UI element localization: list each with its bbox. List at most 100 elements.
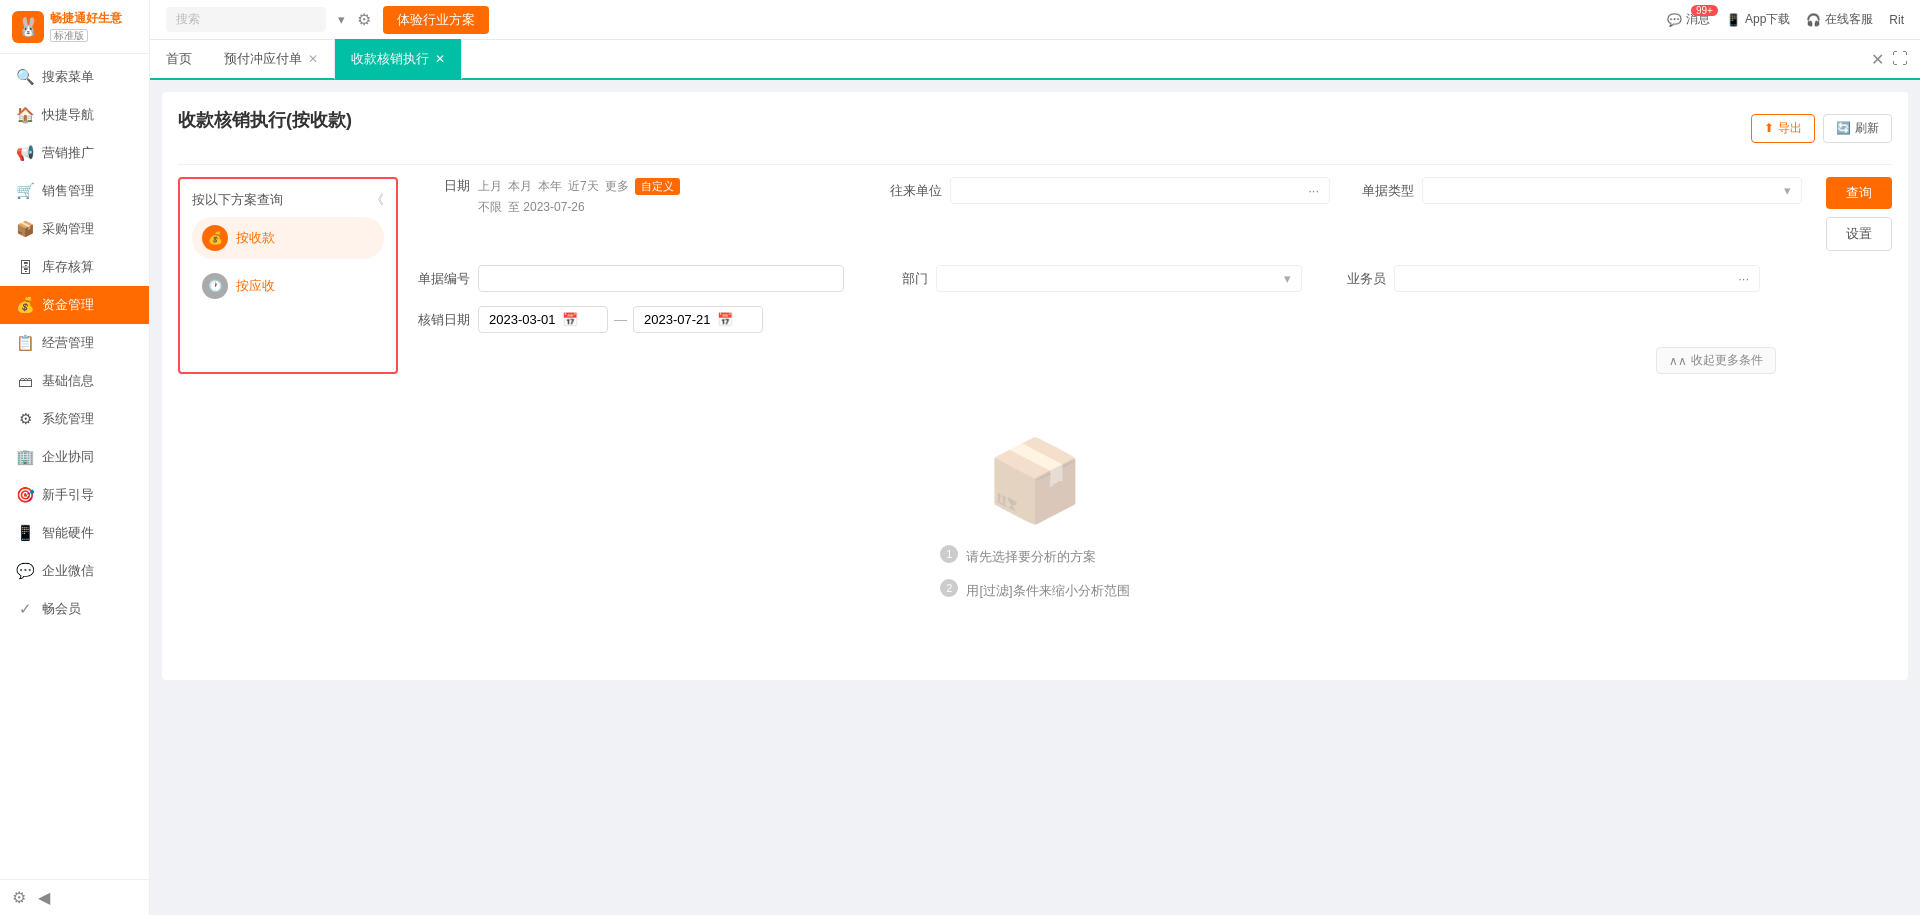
headset-icon: 🎧: [1806, 13, 1821, 27]
sidebar-item-quick-nav[interactable]: 🏠 快捷导航: [0, 96, 149, 134]
scheme-selector: 按以下方案查询 《 💰 按收款 🕐 按应收: [178, 177, 398, 374]
sidebar-item-marketing[interactable]: 📢 营销推广: [0, 134, 149, 172]
export-button[interactable]: ⬆ 导出: [1751, 114, 1815, 143]
page: 收款核销执行(按收款) ⬆ 导出 🔄 刷新 按以下方: [162, 92, 1908, 680]
topbar-search-box[interactable]: 搜索: [166, 7, 326, 32]
tab-receipts-close[interactable]: ✕: [435, 52, 445, 66]
step1-num: 1: [940, 545, 958, 563]
scheme-by-receipt[interactable]: 💰 按收款: [192, 217, 384, 259]
tab-receipts[interactable]: 收款核销执行 ✕: [335, 39, 462, 79]
inventory-icon: 🗄: [16, 259, 34, 276]
purchase-icon: 📦: [16, 220, 34, 238]
partner-dots-icon[interactable]: ···: [1308, 183, 1319, 198]
sidebar-item-label: 快捷导航: [42, 106, 94, 124]
sidebar-item-purchase[interactable]: 📦 采购管理: [0, 210, 149, 248]
sales-icon: 🛒: [16, 182, 34, 200]
date-shortcut-this-year[interactable]: 本年: [538, 178, 562, 195]
verify-date-start-input[interactable]: 2023-03-01 📅: [478, 306, 608, 333]
online-service-button[interactable]: 🎧 在线客服: [1806, 11, 1873, 28]
sidebar-item-wechat[interactable]: 💬 企业微信: [0, 552, 149, 590]
logo-name: 畅捷通好生意: [50, 10, 122, 27]
empty-tip2: 用[过滤]条件来缩小分析范围: [966, 578, 1129, 604]
app-download-button[interactable]: 📱 App下载: [1726, 11, 1790, 28]
system-icon: ⚙: [16, 410, 34, 428]
date-shortcut-this-month[interactable]: 本月: [508, 178, 532, 195]
sidebar-item-enterprise[interactable]: 🏢 企业协同: [0, 438, 149, 476]
sidebar-item-search[interactable]: 🔍 搜索菜单: [0, 58, 149, 96]
date-shortcut-custom[interactable]: 自定义: [635, 178, 680, 195]
filter-panel: 按以下方案查询 《 💰 按收款 🕐 按应收: [178, 164, 1892, 374]
query-button[interactable]: 查询: [1826, 177, 1892, 209]
sidebar-bottom: ⚙ ◀: [0, 879, 149, 915]
collapse-more-button[interactable]: ∧∧ 收起更多条件: [1656, 347, 1776, 374]
receivable-icon: 🕐: [202, 273, 228, 299]
topbar-gear-icon[interactable]: ⚙: [357, 10, 371, 29]
message-button[interactable]: 💬 消息 99+: [1667, 11, 1710, 28]
staff-label: 业务员: [1326, 270, 1386, 288]
sidebar-item-sales[interactable]: 🛒 销售管理: [0, 172, 149, 210]
tab-prepay-label: 预付冲应付单: [224, 50, 302, 68]
partner-label: 往来单位: [882, 182, 942, 200]
tab-expand-icon[interactable]: ⛶: [1892, 50, 1908, 68]
verify-date-end-cal-icon[interactable]: 📅: [717, 312, 733, 327]
scheme-by-receivable[interactable]: 🕐 按应收: [192, 265, 384, 307]
department-select[interactable]: ▾: [936, 265, 1302, 292]
sidebar-item-guide[interactable]: 🎯 新手引导: [0, 476, 149, 514]
verify-date-label: 核销日期: [410, 311, 470, 329]
date-shortcut-last-month[interactable]: 上月: [478, 178, 502, 195]
partner-input[interactable]: ···: [950, 177, 1330, 204]
settings-button[interactable]: 设置: [1826, 217, 1892, 251]
empty-image: 📦: [985, 434, 1085, 528]
operations-icon: 📋: [16, 334, 34, 352]
doc-no-label: 单据编号: [410, 270, 470, 288]
funds-icon: 💰: [16, 296, 34, 314]
logo-tag: 标准版: [50, 29, 88, 42]
settings-bottom-icon[interactable]: ⚙: [12, 888, 26, 907]
sidebar-item-label: 基础信息: [42, 372, 94, 390]
refresh-button[interactable]: 🔄 刷新: [1823, 114, 1892, 143]
scheme-title: 按以下方案查询: [192, 191, 283, 209]
sidebar-item-hardware[interactable]: 📱 智能硬件: [0, 514, 149, 552]
enterprise-icon: 🏢: [16, 448, 34, 466]
message-badge: 99+: [1691, 5, 1718, 16]
collapse-more-label: 收起更多条件: [1691, 352, 1763, 369]
staff-dots-icon[interactable]: ···: [1738, 271, 1749, 286]
sidebar-item-label: 采购管理: [42, 220, 94, 238]
basic-info-icon: 🗃: [16, 373, 34, 390]
doc-no-input[interactable]: [478, 265, 844, 292]
date-shortcuts: 上月 本月 本年 近7天 更多 自定义: [478, 178, 680, 195]
export-label: 导出: [1778, 120, 1802, 137]
solution-button[interactable]: 体验行业方案: [383, 6, 489, 34]
sidebar-item-basic-info[interactable]: 🗃 基础信息: [0, 362, 149, 400]
sidebar-item-operations[interactable]: 📋 经营管理: [0, 324, 149, 362]
marketing-icon: 📢: [16, 144, 34, 162]
doc-type-select[interactable]: ▾: [1422, 177, 1802, 204]
empty-tip1: 请先选择要分析的方案: [966, 544, 1096, 570]
sidebar-logo: 🐰 畅捷通好生意 标准版: [0, 0, 149, 54]
tab-home[interactable]: 首页: [150, 39, 208, 79]
tab-prepay-close[interactable]: ✕: [308, 52, 318, 66]
verify-date-end-input[interactable]: 2023-07-21 📅: [633, 306, 763, 333]
tab-prepay[interactable]: 预付冲应付单 ✕: [208, 39, 335, 79]
doc-type-label: 单据类型: [1354, 182, 1414, 200]
tab-close-all-icon[interactable]: ✕: [1871, 50, 1884, 69]
topbar: 搜索 ▾ ⚙ 体验行业方案 💬 消息 99+ 📱 App下载 🎧 在线客服 Ri…: [150, 0, 1920, 40]
sidebar-item-inventory[interactable]: 🗄 库存核算: [0, 248, 149, 286]
date-to-text: 至 2023-07-26: [508, 199, 585, 216]
verify-date-start-cal-icon[interactable]: 📅: [562, 312, 578, 327]
sidebar-nav: 🔍 搜索菜单 🏠 快捷导航 📢 营销推广 🛒 销售管理 📦 采购管理 🗄 库存核…: [0, 54, 149, 879]
collapse-sidebar-button[interactable]: ◀: [38, 888, 50, 907]
user-name[interactable]: Rit: [1889, 13, 1904, 27]
date-shortcut-7days[interactable]: 近7天: [568, 178, 599, 195]
hardware-icon: 📱: [16, 524, 34, 542]
sidebar-item-system[interactable]: ⚙ 系统管理: [0, 400, 149, 438]
sidebar-item-member[interactable]: ✓ 畅会员: [0, 590, 149, 628]
date-shortcut-more[interactable]: 更多: [605, 178, 629, 195]
page-actions: ⬆ 导出 🔄 刷新: [1751, 114, 1892, 143]
scheme-collapse-icon[interactable]: 《: [371, 191, 384, 209]
sidebar-item-funds[interactable]: 💰 资金管理: [0, 286, 149, 324]
sidebar-item-label: 搜索菜单: [42, 68, 94, 86]
topbar-chevron-icon[interactable]: ▾: [338, 12, 345, 27]
staff-input[interactable]: ···: [1394, 265, 1760, 292]
app-label: App下载: [1745, 11, 1790, 28]
